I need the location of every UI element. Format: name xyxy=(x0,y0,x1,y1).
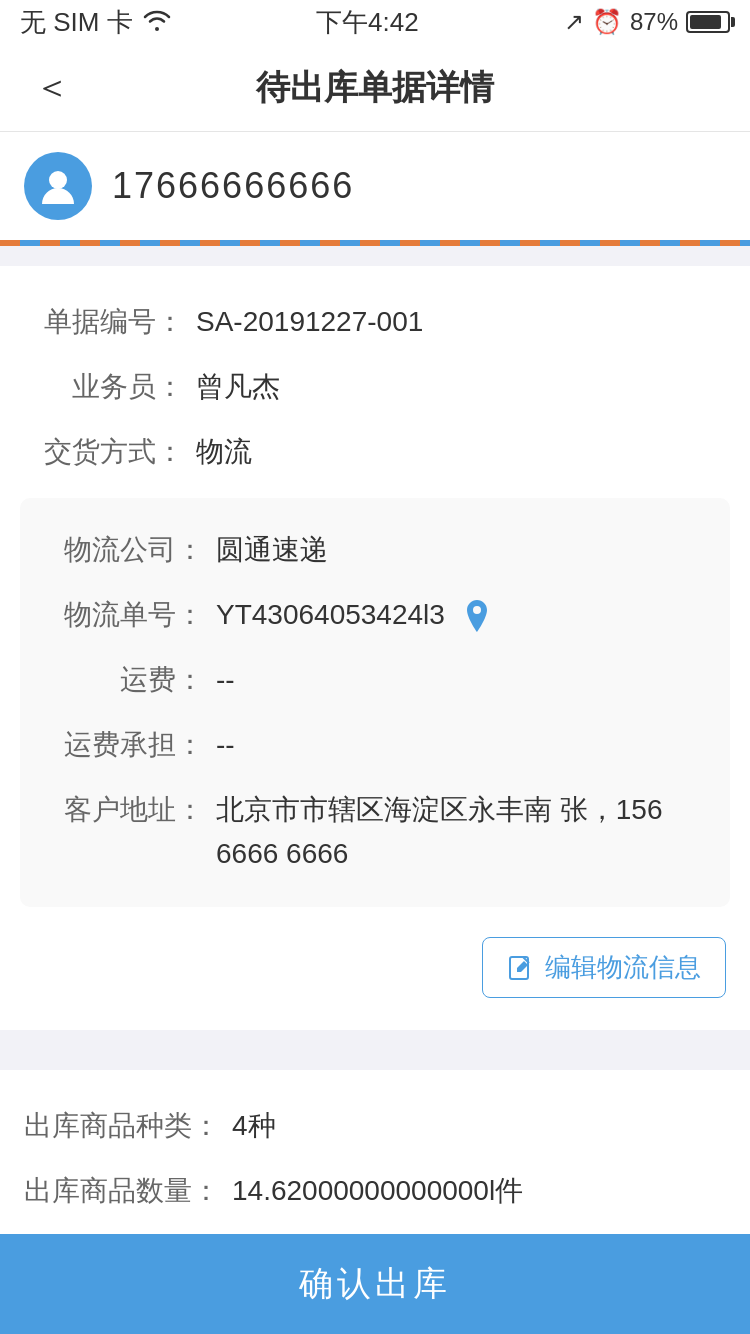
customer-phone: 17666666666 xyxy=(112,165,354,207)
edit-logistics-button[interactable]: 编辑物流信息 xyxy=(482,937,726,998)
time-label: 下午4:42 xyxy=(316,5,419,40)
status-left: 无 SIM 卡 xyxy=(20,5,171,40)
logistics-company-row: 物流公司： 圆通速递 xyxy=(20,518,730,583)
avatar xyxy=(24,152,92,220)
dashed-divider xyxy=(0,240,750,246)
page-title: 待出库单据详情 xyxy=(256,65,494,111)
freight-bearer-row: 运费承担： -- xyxy=(20,713,730,778)
quantity-value: 14.62000000000000l件 xyxy=(232,1169,726,1214)
order-info-section: 单据编号： SA-20191227-001 业务员： 曾凡杰 交货方式： 物流 … xyxy=(0,266,750,1030)
section-divider xyxy=(0,1030,750,1050)
category-value: 4种 xyxy=(232,1104,726,1149)
freight-bearer-value: -- xyxy=(216,723,706,768)
sales-person-value: 曾凡杰 xyxy=(196,365,726,410)
status-bar: 无 SIM 卡 下午4:42 ↗ ⏰ 87% xyxy=(0,0,750,44)
delivery-method-label: 交货方式： xyxy=(24,430,184,475)
sales-person-label: 业务员： xyxy=(24,365,184,410)
tracking-number: YT43064053424l3 xyxy=(216,593,445,638)
person-icon xyxy=(38,166,78,206)
edit-icon xyxy=(507,954,535,982)
confirm-bar[interactable]: 确认出库 xyxy=(0,1234,750,1334)
alarm-icon: ⏰ xyxy=(592,8,622,36)
wifi-icon xyxy=(143,7,171,38)
category-label: 出库商品种类： xyxy=(24,1104,220,1149)
customer-header: 17666666666 xyxy=(0,132,750,240)
freight-row: 运费： -- xyxy=(20,648,730,713)
battery-percentage: 87% xyxy=(630,8,678,36)
nav-bar: ＜ 待出库单据详情 xyxy=(0,44,750,132)
carrier-label: 无 SIM 卡 xyxy=(20,5,133,40)
back-button[interactable]: ＜ xyxy=(24,53,80,122)
logistics-company-label: 物流公司： xyxy=(44,528,204,573)
tracking-value-container: YT43064053424l3 xyxy=(216,593,706,638)
sales-person-row: 业务员： 曾凡杰 xyxy=(0,355,750,420)
delivery-method-value: 物流 xyxy=(196,430,726,475)
doc-number-row: 单据编号： SA-20191227-001 xyxy=(0,290,750,355)
edit-logistics-container: 编辑物流信息 xyxy=(0,921,750,1006)
quantity-label: 出库商品数量： xyxy=(24,1169,220,1214)
confirm-label: 确认出库 xyxy=(299,1261,451,1307)
svg-point-0 xyxy=(49,171,67,189)
logistics-section: 物流公司： 圆通速递 物流单号： YT43064053424l3 运费： -- … xyxy=(20,498,730,907)
edit-logistics-label: 编辑物流信息 xyxy=(545,950,701,985)
tracking-row: 物流单号： YT43064053424l3 xyxy=(20,583,730,648)
category-row: 出库商品种类： 4种 xyxy=(0,1094,750,1159)
doc-number-value: SA-20191227-001 xyxy=(196,300,726,345)
tracking-label: 物流单号： xyxy=(44,593,204,638)
doc-number-label: 单据编号： xyxy=(24,300,184,345)
freight-label: 运费： xyxy=(44,658,204,703)
status-right: ↗ ⏰ 87% xyxy=(564,8,730,36)
address-label: 客户地址： xyxy=(44,788,204,833)
address-value: 北京市市辖区海淀区永丰南 张，156 6666 6666 xyxy=(216,788,706,878)
delivery-method-row: 交货方式： 物流 xyxy=(0,420,750,485)
freight-bearer-label: 运费承担： xyxy=(44,723,204,768)
logistics-company-value: 圆通速递 xyxy=(216,528,706,573)
battery-icon xyxy=(686,11,730,33)
quantity-row: 出库商品数量： 14.62000000000000l件 xyxy=(0,1159,750,1224)
freight-value: -- xyxy=(216,658,706,703)
location-service-icon: ↗ xyxy=(564,8,584,36)
address-row: 客户地址： 北京市市辖区海淀区永丰南 张，156 6666 6666 xyxy=(20,778,730,888)
map-pin-icon[interactable] xyxy=(459,598,495,634)
